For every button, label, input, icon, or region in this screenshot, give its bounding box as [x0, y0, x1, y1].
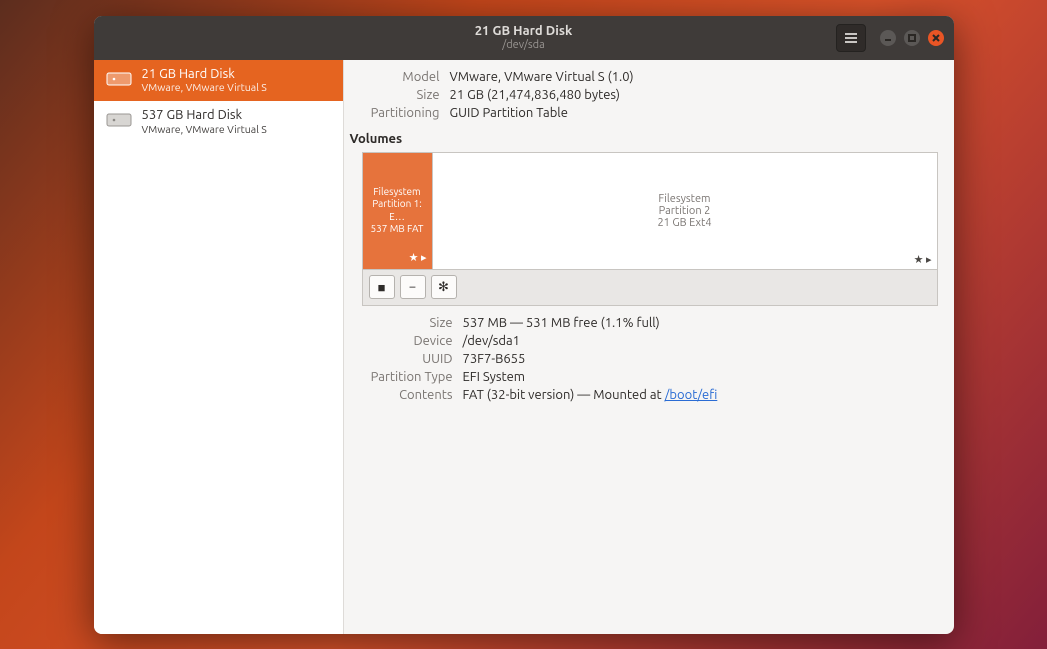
- menu-button[interactable]: [836, 24, 866, 52]
- app-window: 21 GB Hard Disk /dev/sda 21 GB Hard Disk…: [94, 16, 954, 634]
- sidebar: 21 GB Hard Disk VMware, VMware Virtual S…: [94, 60, 344, 634]
- minimize-icon: [884, 34, 892, 42]
- detail-contents-label: Contents: [348, 388, 463, 402]
- detail-contents-value: FAT (32-bit version) — Mounted at /boot/…: [463, 388, 718, 402]
- sidebar-item-label: 21 GB Hard Disk: [142, 67, 267, 82]
- sidebar-item-sub: VMware, VMware Virtual S: [142, 81, 267, 94]
- detail-ptype-value: EFI System: [463, 370, 525, 384]
- mount-point-link[interactable]: /boot/efi: [665, 388, 718, 402]
- model-value: VMware, VMware Virtual S (1.0): [450, 70, 634, 84]
- sidebar-item-disk-1[interactable]: 537 GB Hard Disk VMware, VMware Virtual …: [94, 101, 343, 143]
- volume-map: Filesystem Partition 1: E… 537 MB FAT ★ …: [362, 152, 938, 270]
- detail-device-value: /dev/sda1: [463, 334, 521, 348]
- detail-device-label: Device: [348, 334, 463, 348]
- partition-2[interactable]: Filesystem Partition 2 21 GB Ext4 ★ ▸: [433, 153, 937, 269]
- partitioning-value: GUID Partition Table: [450, 106, 568, 120]
- volumes-heading: Volumes: [350, 132, 938, 146]
- model-label: Model: [348, 70, 450, 84]
- partition-options-button[interactable]: ✻: [431, 275, 457, 299]
- titlebar: 21 GB Hard Disk /dev/sda: [94, 16, 954, 60]
- minus-icon: −: [409, 280, 416, 294]
- part-line: Filesystem: [658, 193, 710, 205]
- window-subtitle: /dev/sda: [94, 39, 954, 51]
- partitioning-label: Partitioning: [348, 106, 450, 120]
- unmount-button[interactable]: ■: [369, 275, 395, 299]
- sidebar-item-label: 537 GB Hard Disk: [142, 108, 267, 123]
- detail-size-label: Size: [348, 316, 463, 330]
- part-indicator-icon: ★ ▸: [409, 252, 427, 266]
- partition-details: Size537 MB — 531 MB free (1.1% full) Dev…: [348, 316, 938, 402]
- close-button[interactable]: [928, 30, 944, 46]
- sidebar-item-disk-0[interactable]: 21 GB Hard Disk VMware, VMware Virtual S: [94, 60, 343, 102]
- detail-ptype-label: Partition Type: [348, 370, 463, 384]
- size-value: 21 GB (21,474,836,480 bytes): [450, 88, 620, 102]
- sidebar-item-sub: VMware, VMware Virtual S: [142, 123, 267, 136]
- disk-icon: [106, 110, 132, 130]
- main-panel: ModelVMware, VMware Virtual S (1.0) Size…: [344, 60, 954, 634]
- detail-uuid-value: 73F7-B655: [463, 352, 526, 366]
- part-line: Partition 1: E…: [367, 198, 428, 223]
- partition-1[interactable]: Filesystem Partition 1: E… 537 MB FAT ★ …: [363, 153, 433, 269]
- part-line: Filesystem: [373, 186, 420, 199]
- maximize-button[interactable]: [904, 30, 920, 46]
- gear-icon: ✻: [438, 280, 449, 295]
- part-line: Partition 2: [659, 205, 711, 217]
- minimize-button[interactable]: [880, 30, 896, 46]
- hamburger-icon: [844, 32, 858, 44]
- volume-toolbar: ■ − ✻: [362, 270, 938, 306]
- window-title: 21 GB Hard Disk: [94, 24, 954, 38]
- close-icon: [932, 34, 940, 42]
- delete-partition-button[interactable]: −: [400, 275, 426, 299]
- size-label: Size: [348, 88, 450, 102]
- detail-size-value: 537 MB — 531 MB free (1.1% full): [463, 316, 660, 330]
- part-line: 21 GB Ext4: [657, 217, 711, 229]
- detail-uuid-label: UUID: [348, 352, 463, 366]
- contents-prefix: FAT (32-bit version) — Mounted at: [463, 388, 665, 402]
- disk-icon: [106, 69, 132, 89]
- stop-icon: ■: [378, 280, 386, 295]
- part-indicator-icon: ★ ▸: [914, 253, 932, 266]
- part-line: 537 MB FAT: [371, 223, 424, 236]
- maximize-icon: [908, 34, 916, 42]
